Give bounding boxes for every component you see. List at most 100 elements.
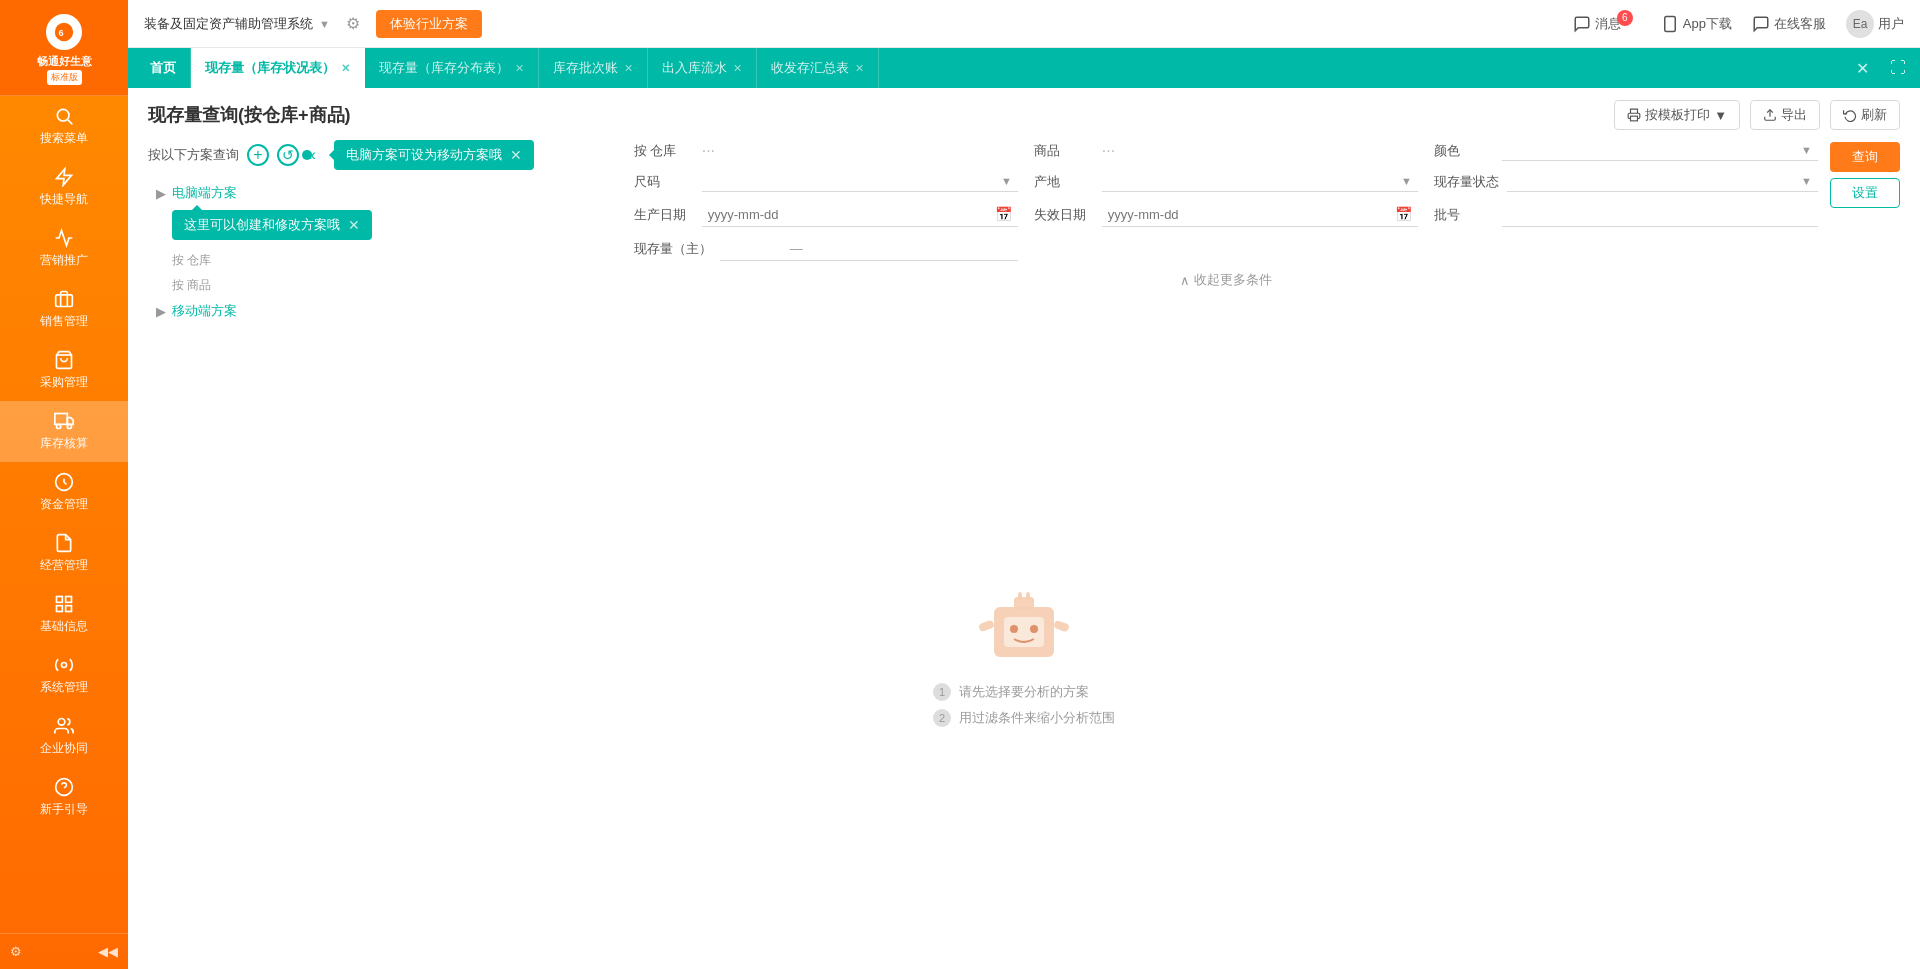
stock-status-select[interactable]: ▼ (1507, 171, 1818, 192)
filter-title-row: 按以下方案查询 + ↺ « 电脑方案可设为移动方案哦 ✕ (148, 140, 622, 170)
system-dropdown-arrow[interactable]: ▼ (319, 18, 330, 30)
online-support-label: 在线客服 (1774, 15, 1826, 33)
tab-in-out-flow-label: 出入库流水 (662, 59, 727, 77)
tab-receive-send-summary[interactable]: 收发存汇总表 ✕ (757, 48, 879, 88)
refresh-btn[interactable]: 刷新 (1830, 100, 1900, 130)
svg-point-16 (62, 663, 67, 668)
sidebar-item-guide[interactable]: 新手引导 (0, 767, 128, 828)
tab-home-label: 首页 (150, 59, 176, 77)
query-btn[interactable]: 查询 (1830, 142, 1900, 172)
tab-batch-ledger-label: 库存批次账 (553, 59, 618, 77)
tooltip1-dot (302, 150, 312, 160)
goods-dots[interactable]: ··· (1102, 142, 1115, 160)
production-date-input[interactable]: 📅 (702, 202, 1018, 227)
filter-size-row: 尺码 ▼ (634, 171, 1018, 192)
message-btn[interactable]: 消息 6 (1573, 15, 1641, 33)
svg-rect-29 (1053, 619, 1070, 632)
origin-select[interactable]: ▼ (1102, 171, 1418, 192)
scheme-mobile[interactable]: ▶ 移动端方案 (148, 298, 622, 324)
export-btn[interactable]: 导出 (1750, 100, 1820, 130)
user-btn[interactable]: Ea 用户 (1846, 10, 1904, 38)
tab-in-out-flow[interactable]: 出入库流水 ✕ (648, 48, 757, 88)
scheme-desktop-label: 电脑端方案 (172, 184, 237, 202)
tab-inventory-distribution-close[interactable]: ✕ (515, 62, 524, 75)
print-dropdown-arrow: ▼ (1714, 108, 1727, 123)
sidebar-item-inventory[interactable]: 库存核算 (0, 401, 128, 462)
tab-fullscreen-btn[interactable]: ⛶ (1884, 54, 1912, 82)
print-template-btn[interactable]: 按模板打印 ▼ (1614, 100, 1740, 130)
expiry-date-cal-icon[interactable]: 📅 (1395, 206, 1412, 222)
filter-stock-main-row: 现存量（主） — (634, 237, 1018, 261)
logo-text: 畅通好生意 (37, 54, 92, 68)
tab-bar-right: ✕ ⛶ (1848, 54, 1920, 82)
sidebar-item-marketing[interactable]: 营销推广 (0, 218, 128, 279)
production-date-field[interactable] (708, 207, 995, 222)
sidebar-item-purchase[interactable]: 采购管理 (0, 340, 128, 401)
print-icon (1627, 108, 1641, 122)
color-select[interactable]: ▼ (1502, 140, 1818, 161)
empty-state-illustration (974, 577, 1074, 667)
tooltip1-close[interactable]: ✕ (510, 147, 522, 163)
collapse-btn[interactable]: ∧ 收起更多条件 (1180, 271, 1272, 289)
sidebar-item-enterprise-label: 企业协同 (40, 740, 88, 757)
settings-gear-icon[interactable]: ⚙ (346, 14, 360, 33)
sidebar-item-operations-label: 经营管理 (40, 557, 88, 574)
filter-refresh-btn[interactable]: ↺ (277, 144, 299, 166)
tab-home[interactable]: 首页 (136, 48, 191, 88)
sidebar-item-sales[interactable]: 销售管理 (0, 279, 128, 340)
sidebar-collapse-btn[interactable]: ◀◀ (98, 944, 118, 959)
expiry-date-input[interactable]: 📅 (1102, 202, 1418, 227)
message-icon (1573, 15, 1591, 33)
sidebar-item-quicknav-label: 快捷导航 (40, 191, 88, 208)
sidebar-item-operations[interactable]: 经营管理 (0, 523, 128, 584)
page-content: 现存量查询(按仓库+商品) 按模板打印 ▼ 导出 刷新 (128, 88, 1920, 969)
batch-input[interactable] (1502, 203, 1818, 227)
sidebar-item-finance[interactable]: 资金管理 (0, 462, 128, 523)
industry-btn[interactable]: 体验行业方案 (376, 10, 482, 38)
sidebar-item-enterprise[interactable]: 企业协同 (0, 706, 128, 767)
size-select[interactable]: ▼ (702, 171, 1018, 192)
production-date-cal-icon[interactable]: 📅 (995, 206, 1012, 222)
app-download-btn[interactable]: App下载 (1661, 15, 1732, 33)
scheme-desktop[interactable]: ▶ 电脑端方案 (148, 180, 622, 206)
svg-rect-14 (66, 606, 72, 612)
svg-rect-15 (57, 606, 63, 612)
sidebar-settings-btn[interactable]: ⚙ (10, 944, 22, 959)
expiry-date-field[interactable] (1108, 207, 1395, 222)
stock-main-max[interactable] (807, 241, 867, 256)
sidebar-item-system[interactable]: 系统管理 (0, 645, 128, 706)
tab-close-all-btn[interactable]: ✕ (1848, 54, 1876, 82)
svg-rect-22 (1631, 116, 1638, 121)
svg-point-9 (57, 425, 61, 429)
tab-batch-ledger[interactable]: 库存批次账 ✕ (539, 48, 648, 88)
tab-inventory-distribution[interactable]: 现存量（库存分布表） ✕ (365, 48, 539, 88)
step1-text: 请先选择要分析的方案 (959, 683, 1089, 701)
setting-btn[interactable]: 设置 (1830, 178, 1900, 208)
sidebar-item-quicknav[interactable]: 快捷导航 (0, 157, 128, 218)
tab-batch-ledger-close[interactable]: ✕ (624, 62, 633, 75)
svg-marker-8 (67, 418, 73, 425)
query-btn-col: 查询 设置 (1830, 140, 1900, 334)
stock-main-min[interactable] (726, 241, 786, 256)
step2-text: 用过滤条件来缩小分析范围 (959, 709, 1115, 727)
svg-point-10 (67, 425, 71, 429)
origin-label: 产地 (1034, 173, 1094, 191)
tooltip2-close[interactable]: ✕ (348, 217, 360, 233)
tab-inventory-status-close[interactable]: ✕ (341, 62, 350, 75)
svg-rect-5 (56, 295, 73, 307)
user-label: 用户 (1878, 15, 1904, 33)
logo-icon: 6 (46, 14, 82, 50)
tab-inventory-status[interactable]: 现存量（库存状况表） ✕ (191, 48, 365, 88)
scheme-goods-item: 按 商品 (148, 273, 622, 298)
svg-line-3 (68, 120, 73, 125)
step1-num: 1 (933, 683, 951, 701)
page-title: 现存量查询(按仓库+商品) (148, 103, 351, 127)
online-support-btn[interactable]: 在线客服 (1752, 15, 1826, 33)
filter-add-btn[interactable]: + (247, 144, 269, 166)
warehouse-dots[interactable]: ··· (702, 142, 715, 160)
sidebar-item-search[interactable]: 搜索菜单 (0, 96, 128, 157)
filter-fields-grid: 按 仓库 ··· 商品 ··· 颜色 ▼ (634, 140, 1818, 261)
sidebar-item-basics[interactable]: 基础信息 (0, 584, 128, 645)
tab-in-out-flow-close[interactable]: ✕ (733, 62, 742, 75)
tab-receive-send-summary-close[interactable]: ✕ (855, 62, 864, 75)
